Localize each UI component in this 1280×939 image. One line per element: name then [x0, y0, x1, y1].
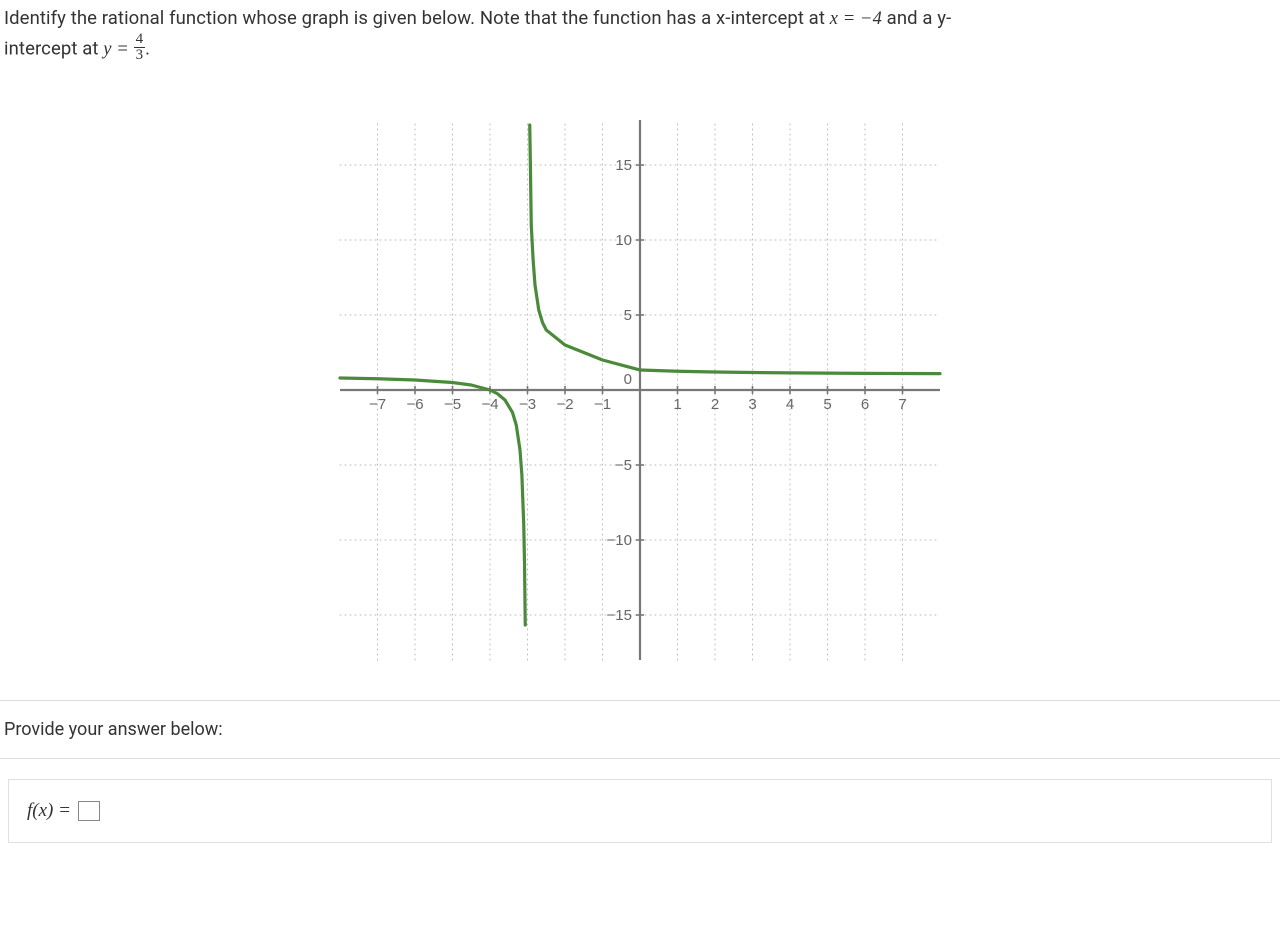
svg-text:−5: −5 — [615, 457, 632, 474]
svg-text:−15: −15 — [607, 607, 632, 624]
question-text: Identify the rational function whose gra… — [4, 4, 1276, 65]
svg-text:4: 4 — [786, 396, 794, 413]
svg-text:−7: −7 — [369, 396, 386, 413]
svg-text:10: 10 — [615, 232, 632, 249]
answer-label: f(x) = — [27, 800, 76, 821]
y-eq-lhs: y = — [103, 39, 133, 59]
svg-text:−2: −2 — [556, 396, 573, 413]
svg-text:−1: −1 — [594, 396, 611, 413]
svg-text:−6: −6 — [406, 396, 423, 413]
svg-text:2: 2 — [711, 396, 719, 413]
svg-text:5: 5 — [624, 307, 632, 324]
answer-row: f(x) = — [8, 779, 1272, 843]
rational-function-graph: −7−6−5−4−3−2−101234567−15−10−551015 — [330, 110, 950, 670]
svg-text:15: 15 — [615, 157, 632, 174]
question-part-2: and a y- — [882, 7, 951, 29]
fraction-denominator: 3 — [134, 48, 146, 63]
question-part-1: Identify the rational function whose gra… — [4, 7, 830, 29]
svg-text:3: 3 — [748, 396, 756, 413]
x-intercept-value: x = −4 — [830, 9, 882, 29]
svg-text:7: 7 — [898, 396, 906, 413]
svg-text:−10: −10 — [607, 532, 632, 549]
svg-text:−5: −5 — [444, 396, 461, 413]
chart-area: −7−6−5−4−3−2−101234567−15−10−551015 — [0, 110, 1280, 670]
question-part-3: intercept at — [4, 37, 103, 59]
svg-text:1: 1 — [673, 396, 681, 413]
svg-text:6: 6 — [861, 396, 869, 413]
fraction-numerator: 4 — [134, 32, 146, 48]
y-intercept-fraction: 43 — [134, 32, 146, 63]
question-part-4: . — [145, 37, 150, 59]
svg-text:−3: −3 — [519, 396, 536, 413]
svg-text:0: 0 — [624, 371, 632, 388]
answer-prompt: Provide your answer below: — [0, 701, 1280, 758]
divider-bottom — [0, 758, 1280, 759]
answer-input[interactable] — [78, 801, 100, 821]
svg-text:5: 5 — [823, 396, 831, 413]
svg-text:−4: −4 — [481, 396, 498, 413]
question-container: Identify the rational function whose gra… — [0, 0, 1280, 65]
